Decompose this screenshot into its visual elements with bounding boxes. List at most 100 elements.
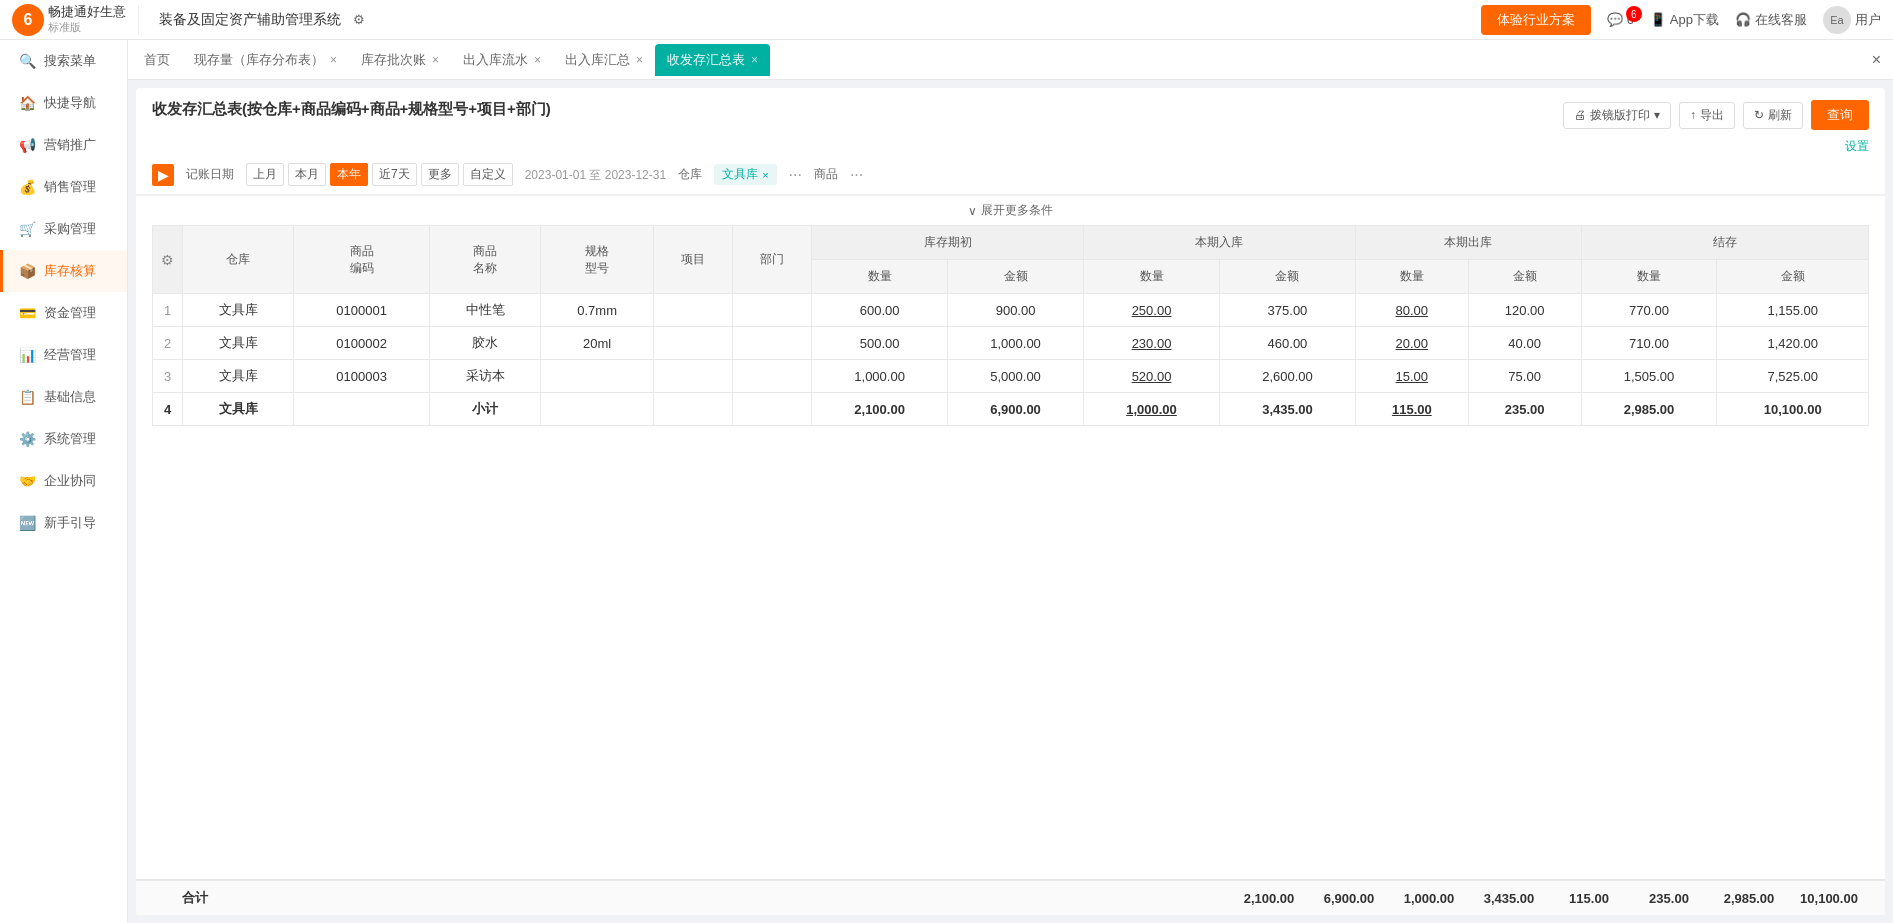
tab-close-all[interactable]: ×: [1872, 51, 1889, 69]
tab-stock-dist-close[interactable]: ×: [330, 53, 337, 67]
sidebar-item-system[interactable]: ⚙️ 系统管理: [0, 418, 127, 460]
sidebar-label-search: 搜索菜单: [44, 52, 96, 70]
online-support-item[interactable]: 🎧 在线客服: [1735, 11, 1807, 29]
trial-button[interactable]: 体验行业方案: [1481, 5, 1591, 35]
row-project: [653, 393, 732, 426]
expand-more-row[interactable]: ∨ 展开更多条件: [136, 195, 1885, 225]
print-label: 拨镜版打印: [1590, 107, 1650, 124]
row-out-qty[interactable]: 15.00: [1355, 360, 1468, 393]
row-close-qty: 770.00: [1581, 294, 1717, 327]
tab-inout-summary[interactable]: 出入库汇总 ×: [553, 44, 655, 76]
row-close-qty: 710.00: [1581, 327, 1717, 360]
tab-inout-flow[interactable]: 出入库流水 ×: [451, 44, 553, 76]
date-btn-7days[interactable]: 近7天: [372, 163, 417, 186]
row-project: [653, 327, 732, 360]
sidebar-label-baseinfo: 基础信息: [44, 388, 96, 406]
user-avatar: Ea: [1823, 6, 1851, 34]
app-container: 6 畅捷通好生意 标准版 装备及固定资产辅助管理系统 ⚙ 体验行业方案 💬 6 …: [0, 0, 1893, 923]
query-button[interactable]: 查询: [1811, 100, 1869, 130]
sidebar-item-baseinfo[interactable]: 📋 基础信息: [0, 376, 127, 418]
brand-name: 畅捷通好生意: [48, 4, 126, 21]
sidebar-label-purchase: 采购管理: [44, 220, 96, 238]
row-in-qty[interactable]: 1,000.00: [1084, 393, 1220, 426]
date-btn-custom[interactable]: 自定义: [463, 163, 513, 186]
headset-icon: 🎧: [1735, 12, 1751, 27]
app-download-item[interactable]: 📱 App下载: [1650, 11, 1719, 29]
setting-link[interactable]: 设置: [1845, 138, 1869, 155]
footer-in-amt: 3,435.00: [1469, 891, 1549, 906]
date-btn-this-month[interactable]: 本月: [288, 163, 326, 186]
th-code: 商品编码: [294, 226, 430, 294]
sidebar-label-guide: 新手引导: [44, 514, 96, 532]
date-btn-last-month[interactable]: 上月: [246, 163, 284, 186]
row-out-qty[interactable]: 80.00: [1355, 294, 1468, 327]
row-dept: [733, 360, 812, 393]
top-left: 6 畅捷通好生意 标准版 装备及固定资产辅助管理系统 ⚙: [12, 4, 373, 36]
sidebar-item-guide[interactable]: 🆕 新手引导: [0, 502, 127, 544]
th-open-amt: 金额: [948, 260, 1084, 294]
footer-out-qty: 115.00: [1549, 891, 1629, 906]
tab-batch-close[interactable]: ×: [432, 53, 439, 67]
print-icon: 🖨: [1574, 108, 1586, 122]
row-project: [653, 294, 732, 327]
footer-numbers: 2,100.00 6,900.00 1,000.00 3,435.00 115.…: [252, 891, 1869, 906]
tab-batch[interactable]: 库存批次账 ×: [349, 44, 451, 76]
refresh-icon: ↻: [1754, 108, 1764, 122]
sidebar-item-quicknav[interactable]: 🏠 快捷导航: [0, 82, 127, 124]
separator: [138, 5, 139, 35]
tab-home[interactable]: 首页: [132, 44, 182, 76]
sidebar-item-inventory[interactable]: 📦 库存核算: [0, 250, 127, 292]
warehouse-tag-close[interactable]: ×: [762, 169, 768, 181]
tab-inout-flow-label: 出入库流水: [463, 51, 528, 69]
sidebar-label-marketing: 营销推广: [44, 136, 96, 154]
notification-icon: 💬: [1607, 12, 1623, 27]
sidebar-item-search[interactable]: 🔍 搜索菜单: [0, 40, 127, 82]
print-button[interactable]: 🖨 拨镜版打印 ▾: [1563, 102, 1671, 129]
date-btn-more[interactable]: 更多: [421, 163, 459, 186]
warehouse-filter-label: 仓库: [678, 166, 702, 183]
sidebar-item-finance[interactable]: 💳 资金管理: [0, 292, 127, 334]
goods-more-dots[interactable]: ···: [850, 166, 863, 184]
footer-close-amt: 10,100.00: [1789, 891, 1869, 906]
tab-recv-send[interactable]: 收发存汇总表 ×: [655, 44, 770, 76]
row-out-qty[interactable]: 20.00: [1355, 327, 1468, 360]
tab-inout-summary-close[interactable]: ×: [636, 53, 643, 67]
export-icon: ↑: [1690, 108, 1696, 122]
sidebar-item-enterprise[interactable]: 🤝 企业协同: [0, 460, 127, 502]
user-item[interactable]: Ea 用户: [1823, 6, 1881, 34]
row-code: [294, 393, 430, 426]
notifications-item[interactable]: 💬 6 6: [1607, 12, 1634, 27]
row-out-amt: 40.00: [1468, 327, 1581, 360]
purchase-icon: 🛒: [19, 221, 36, 237]
sidebar: 🔍 搜索菜单 🏠 快捷导航 📢 营销推广 💰 销售管理 🛒 采购管: [0, 40, 128, 923]
sidebar-item-purchase[interactable]: 🛒 采购管理: [0, 208, 127, 250]
sidebar-item-marketing[interactable]: 📢 营销推广: [0, 124, 127, 166]
refresh-button[interactable]: ↻ 刷新: [1743, 102, 1803, 129]
page-title: 收发存汇总表(按仓库+商品编码+商品+规格型号+项目+部门): [152, 100, 551, 119]
th-spec: 规格型号: [541, 226, 654, 294]
sidebar-item-operations[interactable]: 📊 经营管理: [0, 334, 127, 376]
export-button[interactable]: ↑ 导出: [1679, 102, 1735, 129]
settings-icon[interactable]: ⚙: [345, 6, 373, 34]
row-out-qty[interactable]: 115.00: [1355, 393, 1468, 426]
row-in-qty[interactable]: 230.00: [1084, 327, 1220, 360]
home-icon: 🏠: [19, 95, 36, 111]
th-group-out: 本期出库: [1355, 226, 1581, 260]
table-settings-icon[interactable]: ⚙: [161, 252, 174, 268]
sidebar-menu: 🔍 搜索菜单 🏠 快捷导航 📢 营销推广 💰 销售管理 🛒 采购管: [0, 40, 127, 923]
row-in-qty[interactable]: 520.00: [1084, 360, 1220, 393]
filter-expand-button[interactable]: ▶: [152, 164, 174, 186]
row-close-amt: 7,525.00: [1717, 360, 1869, 393]
date-btn-this-year[interactable]: 本年: [330, 163, 368, 186]
sidebar-item-sales[interactable]: 💰 销售管理: [0, 166, 127, 208]
row-dept: [733, 393, 812, 426]
table-row: 3 文具库 0100003 采访本 1,000.00 5,000.00 520.…: [153, 360, 1869, 393]
row-in-qty[interactable]: 250.00: [1084, 294, 1220, 327]
row-num: 3: [153, 360, 183, 393]
tab-stock-dist[interactable]: 现存量（库存分布表） ×: [182, 44, 349, 76]
warehouse-tag-text: 文具库: [722, 166, 758, 183]
row-out-amt: 120.00: [1468, 294, 1581, 327]
tab-recv-send-close[interactable]: ×: [751, 53, 758, 67]
warehouse-more-dots[interactable]: ···: [789, 166, 802, 184]
tab-inout-flow-close[interactable]: ×: [534, 53, 541, 67]
